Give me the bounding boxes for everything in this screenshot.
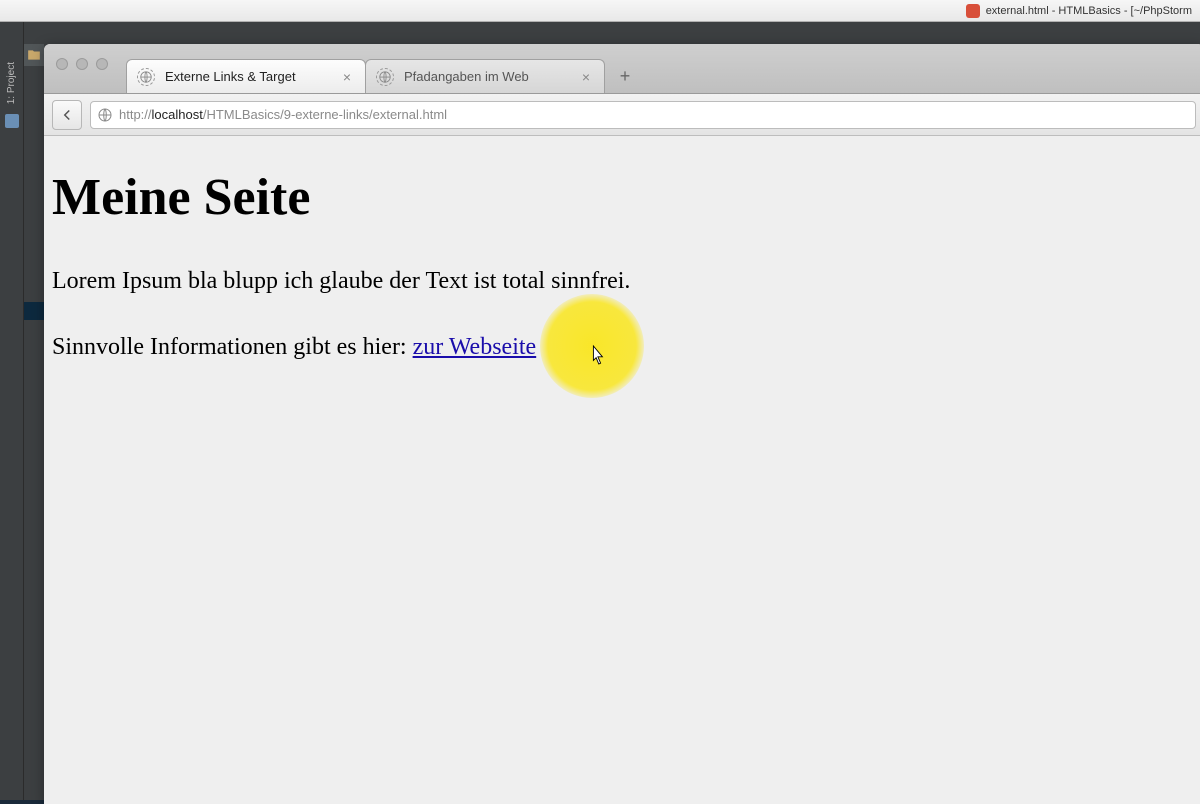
browser-tabstrip: Externe Links & Target × Pfadangaben im … xyxy=(44,44,1200,94)
browser-tab-1[interactable]: Pfadangaben im Web × xyxy=(365,59,605,93)
window-close-dot[interactable] xyxy=(56,58,68,70)
globe-icon xyxy=(376,68,394,86)
ide-tool-gutter: 1: Project xyxy=(0,22,24,800)
new-tab-button[interactable]: + xyxy=(610,62,640,90)
url-scheme: http:// xyxy=(119,107,152,122)
tab-close-icon[interactable]: × xyxy=(339,69,355,85)
back-button[interactable] xyxy=(52,100,82,130)
mac-menubar: external.html - HTMLBasics - [~/PhpStorm xyxy=(0,0,1200,22)
globe-icon xyxy=(97,107,113,123)
browser-tab-label: Pfadangaben im Web xyxy=(404,69,529,84)
url-text: http://localhost/HTMLBasics/9-externe-li… xyxy=(119,107,447,122)
ide-project-folder-icon[interactable] xyxy=(24,44,44,66)
address-bar[interactable]: http://localhost/HTMLBasics/9-externe-li… xyxy=(90,101,1196,129)
external-link[interactable]: zur Webseite xyxy=(413,334,537,360)
url-path: /HTMLBasics/9-externe-links/external.htm… xyxy=(203,107,447,122)
page-paragraph-1: Lorem Ipsum bla blupp ich glaube der Tex… xyxy=(52,265,1196,297)
tab-close-icon[interactable]: × xyxy=(578,69,594,85)
browser-tab-0[interactable]: Externe Links & Target × xyxy=(126,59,366,93)
window-zoom-dot[interactable] xyxy=(96,58,108,70)
browser-window: Externe Links & Target × Pfadangaben im … xyxy=(44,44,1200,804)
window-traffic-lights[interactable] xyxy=(56,58,108,70)
page-paragraph-2: Sinnvolle Informationen gibt es hier: zu… xyxy=(52,331,1196,363)
paragraph-2-prefix: Sinnvolle Informationen gibt es hier: xyxy=(52,334,413,360)
globe-icon xyxy=(137,68,155,86)
ide-project-tool-label[interactable]: 1: Project xyxy=(6,62,17,104)
page-viewport: Meine Seite Lorem Ipsum bla blupp ich gl… xyxy=(44,136,1200,804)
phpstorm-icon xyxy=(966,4,980,18)
ide-tool-icon[interactable] xyxy=(5,114,19,128)
browser-tab-label: Externe Links & Target xyxy=(165,69,296,84)
page-heading: Meine Seite xyxy=(52,168,1196,227)
chevron-left-icon xyxy=(58,106,76,124)
ide-selected-row-indicator xyxy=(24,302,44,320)
url-host: localhost xyxy=(152,107,203,122)
window-minimize-dot[interactable] xyxy=(76,58,88,70)
browser-toolbar: http://localhost/HTMLBasics/9-externe-li… xyxy=(44,94,1200,136)
mac-app-title: external.html - HTMLBasics - [~/PhpStorm xyxy=(986,5,1192,17)
